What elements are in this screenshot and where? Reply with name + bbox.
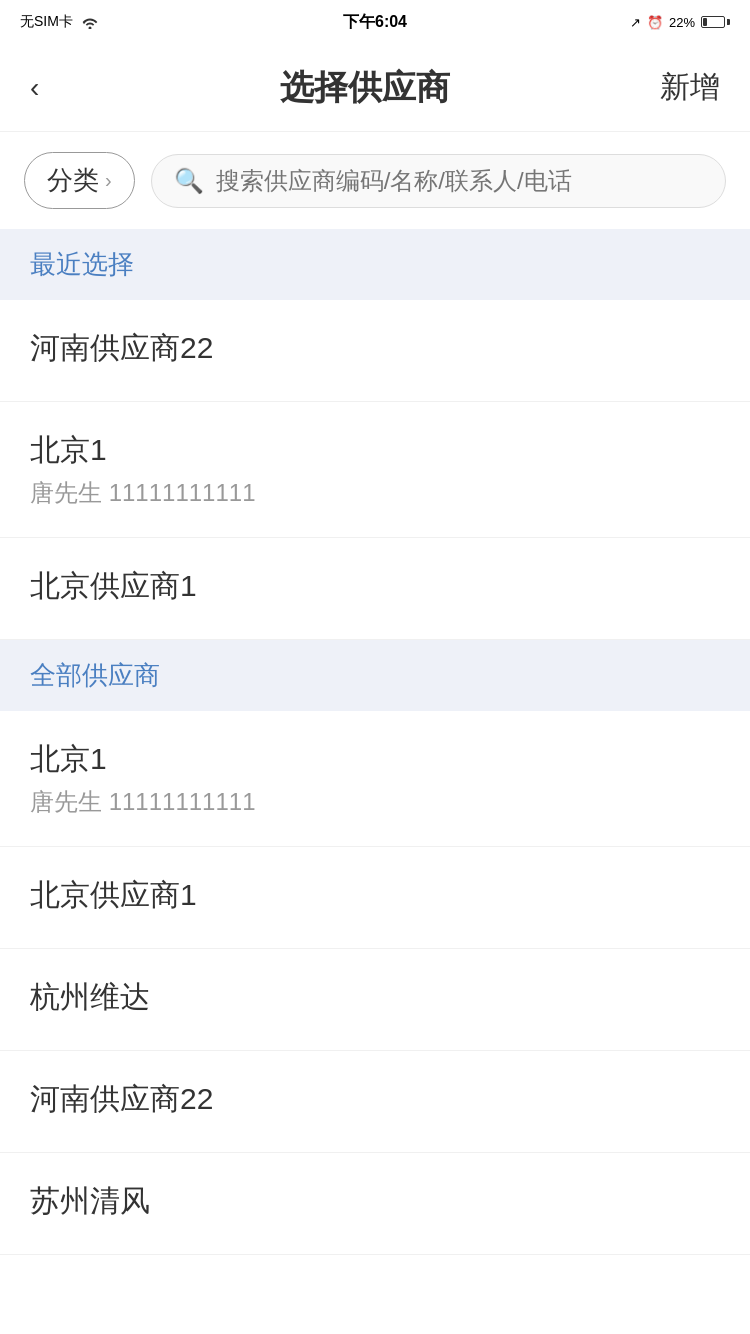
list-item[interactable]: 北京1 唐先生 11111111111 [0, 402, 750, 538]
all-section-header: 全部供应商 [0, 640, 750, 711]
alarm-icon: ⏰ [647, 15, 663, 30]
add-button[interactable]: 新增 [640, 67, 720, 108]
item-name: 河南供应商22 [30, 328, 720, 369]
battery-indicator [701, 16, 730, 28]
list-item[interactable]: 苏州清风 [0, 1153, 750, 1255]
wifi-icon [81, 15, 99, 29]
item-name: 北京1 [30, 739, 720, 780]
status-right: ↗ ⏰ 22% [630, 15, 730, 30]
all-section-label: 全部供应商 [30, 660, 160, 690]
item-name: 北京1 [30, 430, 720, 471]
nav-bar: ‹ 选择供应商 新增 [0, 44, 750, 132]
search-input[interactable] [216, 167, 703, 195]
search-icon: 🔍 [174, 167, 204, 195]
battery-pct: 22% [669, 15, 695, 30]
chevron-right-icon: › [105, 169, 112, 192]
list-item[interactable]: 北京1 唐先生 11111111111 [0, 711, 750, 847]
list-item[interactable]: 北京供应商1 [0, 847, 750, 949]
list-item[interactable]: 河南供应商22 [0, 300, 750, 402]
location-icon: ↗ [630, 15, 641, 30]
search-box[interactable]: 🔍 [151, 154, 726, 208]
list-item[interactable]: 北京供应商1 [0, 538, 750, 640]
list-item[interactable]: 杭州维达 [0, 949, 750, 1051]
carrier-label: 无SIM卡 [20, 13, 73, 31]
item-name: 苏州清风 [30, 1181, 720, 1222]
recent-list: 河南供应商22 北京1 唐先生 11111111111 北京供应商1 [0, 300, 750, 640]
filter-bar: 分类 › 🔍 [0, 132, 750, 229]
item-name: 北京供应商1 [30, 566, 720, 607]
category-label: 分类 [47, 163, 99, 198]
item-name: 杭州维达 [30, 977, 720, 1018]
status-carrier: 无SIM卡 [20, 13, 99, 31]
item-name: 河南供应商22 [30, 1079, 720, 1120]
status-time: 下午6:04 [343, 12, 407, 33]
page-title: 选择供应商 [90, 65, 640, 111]
recent-section-header: 最近选择 [0, 229, 750, 300]
recent-section-label: 最近选择 [30, 249, 134, 279]
category-button[interactable]: 分类 › [24, 152, 135, 209]
item-sub: 唐先生 11111111111 [30, 477, 720, 509]
item-name: 北京供应商1 [30, 875, 720, 916]
all-list: 北京1 唐先生 11111111111 北京供应商1 杭州维达河南供应商22 苏州清风 [0, 711, 750, 1255]
list-item[interactable]: 河南供应商22 [0, 1051, 750, 1153]
item-sub: 唐先生 11111111111 [30, 786, 720, 818]
status-bar: 无SIM卡 下午6:04 ↗ ⏰ 22% [0, 0, 750, 44]
back-button[interactable]: ‹ [30, 72, 90, 104]
